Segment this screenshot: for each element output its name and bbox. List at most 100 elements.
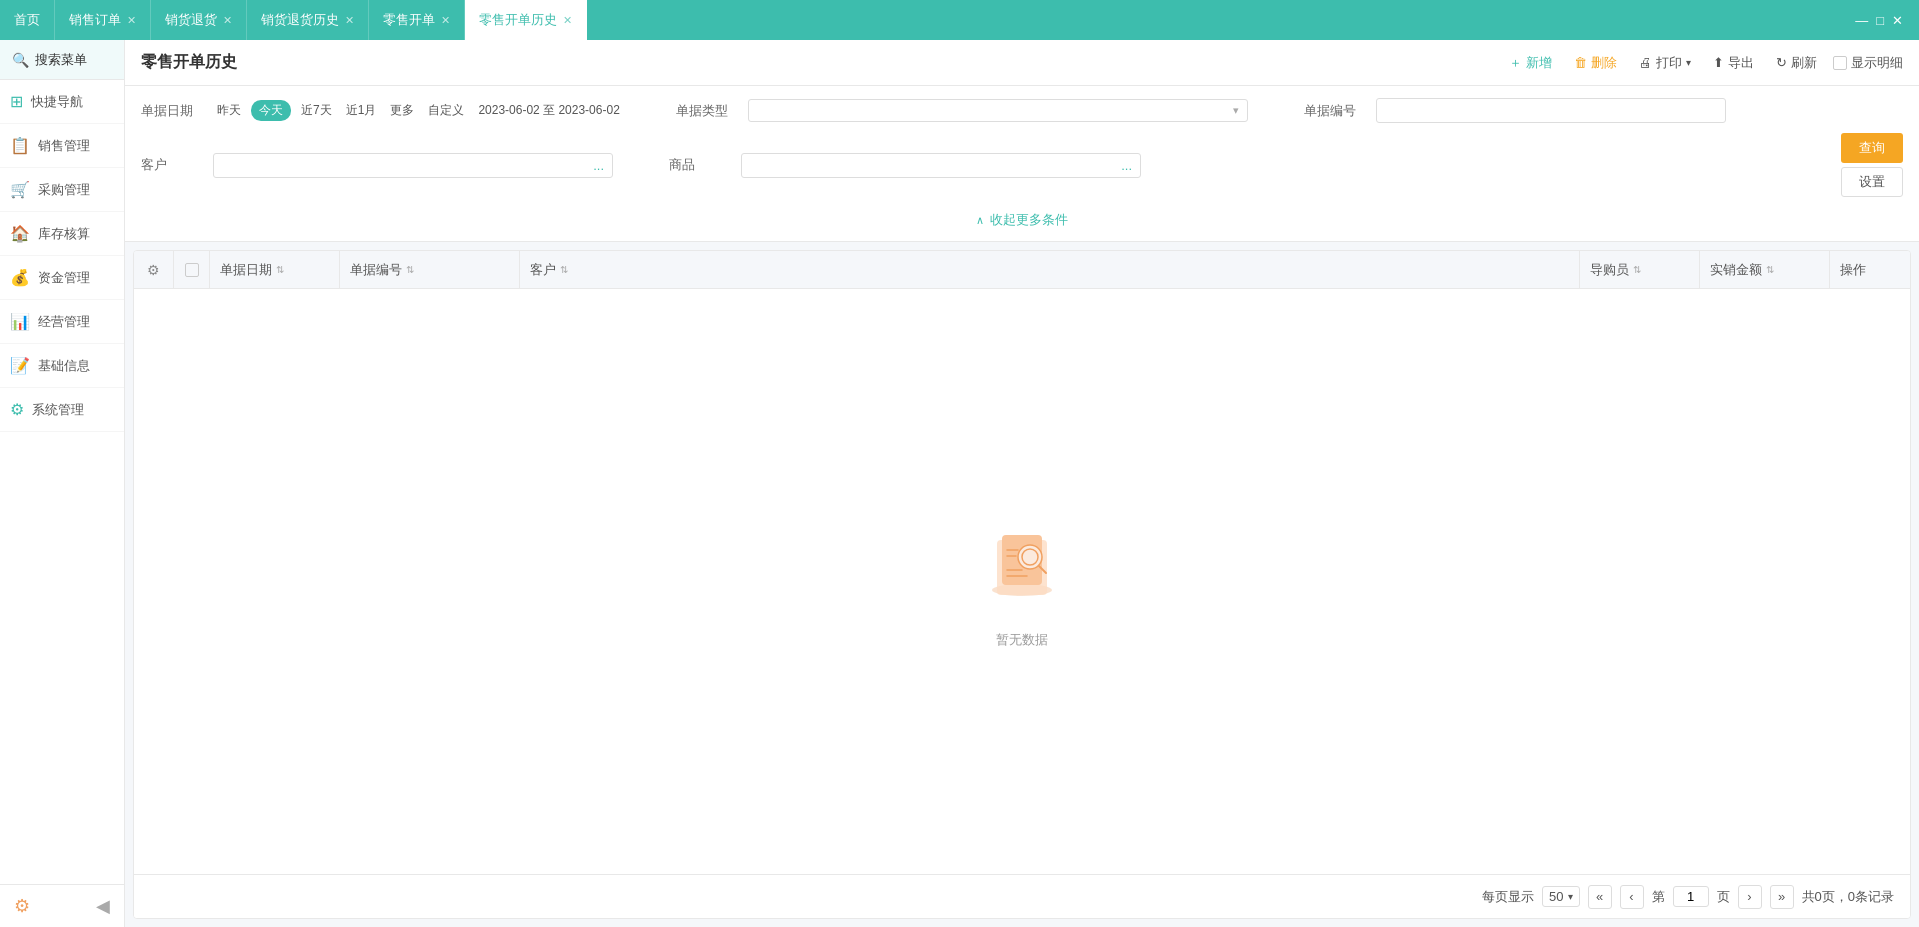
amount-sort-icon: ⇅ <box>1766 264 1774 275</box>
tab-retail-open-history[interactable]: 零售开单历史 ✕ <box>465 0 587 40</box>
add-button[interactable]: ＋ 新增 <box>1503 50 1558 76</box>
refresh-button[interactable]: ↻ 刷新 <box>1770 50 1823 76</box>
order-no-input[interactable] <box>1376 98 1726 123</box>
print-button[interactable]: 🖨 打印 ▾ <box>1633 50 1697 76</box>
top-bar: 首页 销售订单 ✕ 销货退货 ✕ 销货退货历史 ✕ 零售开单 ✕ 零售开单历史 … <box>0 0 1919 40</box>
date-opt-more[interactable]: 更多 <box>386 100 418 121</box>
first-page-button[interactable]: « <box>1588 885 1612 909</box>
order-no-label: 单据编号 <box>1304 102 1360 120</box>
collapse-label: 收起更多条件 <box>990 211 1068 229</box>
th-check[interactable] <box>174 251 210 288</box>
export-button[interactable]: ⬆ 导出 <box>1707 50 1760 76</box>
basic-info-icon: 📝 <box>10 356 30 375</box>
print-arrow-icon: ▾ <box>1686 57 1691 68</box>
th-date[interactable]: 单据日期 ⇅ <box>210 251 340 288</box>
th-order-no[interactable]: 单据编号 ⇅ <box>340 251 520 288</box>
sidebar-bottom: ⚙ ◀ <box>0 884 124 927</box>
sales-mgmt-icon: 📋 <box>10 136 30 155</box>
page-size-arrow-icon: ▾ <box>1568 891 1573 902</box>
sidebar-item-basic-info[interactable]: 📝 基础信息 <box>0 344 124 388</box>
page-number-input[interactable] <box>1673 886 1709 907</box>
tab-retail-open-history-close[interactable]: ✕ <box>563 14 572 27</box>
date-opt-today[interactable]: 今天 <box>251 100 291 121</box>
search-menu-label: 搜索菜单 <box>35 51 87 69</box>
th-gear[interactable]: ⚙ <box>134 251 174 288</box>
sidebar-item-operations[interactable]: 📊 经营管理 <box>0 300 124 344</box>
guide-sort-icon: ⇅ <box>1633 264 1641 275</box>
date-options: 昨天 今天 近7天 近1月 更多 自定义 2023-06-02 至 2023-0… <box>213 100 620 121</box>
delete-button[interactable]: 🗑 删除 <box>1568 50 1623 76</box>
tab-sales-return-close[interactable]: ✕ <box>223 14 232 27</box>
page-label: 第 <box>1652 888 1665 906</box>
export-icon: ⬆ <box>1713 55 1724 70</box>
order-type-select[interactable]: ▾ <box>748 99 1248 122</box>
prev-page-button[interactable]: ‹ <box>1620 885 1644 909</box>
page-actions: ＋ 新增 🗑 删除 🖨 打印 ▾ ⬆ 导出 ↻ 刷新 <box>1503 50 1903 76</box>
filter-row-2: 客户 ... 商品 ... 查询 设置 <box>141 133 1903 197</box>
sidebar-item-finance[interactable]: 💰 资金管理 <box>0 256 124 300</box>
maximize-button[interactable]: □ <box>1876 13 1884 28</box>
goods-select[interactable]: ... <box>741 153 1141 178</box>
inventory-icon: 🏠 <box>10 224 30 243</box>
settings-gear-icon[interactable]: ⚙ <box>14 895 30 917</box>
customer-label: 客户 <box>141 156 197 174</box>
sidebar-item-label-operations: 经营管理 <box>38 313 90 331</box>
minimize-button[interactable]: — <box>1855 13 1868 28</box>
add-icon: ＋ <box>1509 54 1522 72</box>
select-all-checkbox[interactable] <box>185 263 199 277</box>
sidebar-item-label-finance: 资金管理 <box>38 269 90 287</box>
show-detail-checkbox[interactable] <box>1833 56 1847 70</box>
date-opt-7days[interactable]: 近7天 <box>297 100 336 121</box>
finance-icon: 💰 <box>10 268 30 287</box>
th-customer[interactable]: 客户 ⇅ <box>520 251 1580 288</box>
close-button[interactable]: ✕ <box>1892 13 1903 28</box>
filter-row-1: 单据日期 昨天 今天 近7天 近1月 更多 自定义 2023-06-02 至 2… <box>141 98 1903 123</box>
date-opt-yesterday[interactable]: 昨天 <box>213 100 245 121</box>
page-size-select[interactable]: 50 ▾ <box>1542 886 1579 907</box>
table-header: ⚙ 单据日期 ⇅ 单据编号 ⇅ 客户 ⇅ 导购员 <box>134 251 1910 289</box>
tab-sales-order-close[interactable]: ✕ <box>127 14 136 27</box>
date-opt-1month[interactable]: 近1月 <box>342 100 381 121</box>
sidebar-item-inventory[interactable]: 🏠 库存核算 <box>0 212 124 256</box>
page-size-label: 每页显示 <box>1482 888 1534 906</box>
sidebar-item-purchase-mgmt[interactable]: 🛒 采购管理 <box>0 168 124 212</box>
sidebar-collapse-icon[interactable]: ◀ <box>96 895 110 917</box>
collapse-row[interactable]: ∧ 收起更多条件 <box>141 207 1903 233</box>
order-no-sort-icon: ⇅ <box>406 264 414 275</box>
th-date-label: 单据日期 <box>220 261 272 279</box>
sidebar-item-sys-mgmt[interactable]: ⚙ 系统管理 <box>0 388 124 432</box>
tab-bar: 首页 销售订单 ✕ 销货退货 ✕ 销货退货历史 ✕ 零售开单 ✕ 零售开单历史 … <box>0 0 1855 40</box>
next-page-button[interactable]: › <box>1738 885 1762 909</box>
setting-button[interactable]: 设置 <box>1841 167 1903 197</box>
tab-retail-open-close[interactable]: ✕ <box>441 14 450 27</box>
tab-sales-return-history[interactable]: 销货退货历史 ✕ <box>247 0 369 40</box>
tab-sales-return-history-close[interactable]: ✕ <box>345 14 354 27</box>
sidebar-item-quick-nav[interactable]: ⊞ 快捷导航 <box>0 80 124 124</box>
last-page-button[interactable]: » <box>1770 885 1794 909</box>
purchase-mgmt-icon: 🛒 <box>10 180 30 199</box>
refresh-label: 刷新 <box>1791 54 1817 72</box>
show-detail-toggle[interactable]: 显示明细 <box>1833 54 1903 72</box>
empty-text: 暂无数据 <box>996 631 1048 649</box>
query-button[interactable]: 查询 <box>1841 133 1903 163</box>
page-title: 零售开单历史 <box>141 52 237 73</box>
customer-select[interactable]: ... <box>213 153 613 178</box>
tab-sales-order[interactable]: 销售订单 ✕ <box>55 0 151 40</box>
search-menu[interactable]: 🔍 搜索菜单 <box>0 40 124 80</box>
customer-ellipsis: ... <box>593 158 604 173</box>
sidebar-item-label-sales-mgmt: 销售管理 <box>38 137 90 155</box>
tab-sales-return[interactable]: 销货退货 ✕ <box>151 0 247 40</box>
order-type-arrow-icon: ▾ <box>1233 104 1239 117</box>
th-amount[interactable]: 实销金额 ⇅ <box>1700 251 1830 288</box>
th-guide[interactable]: 导购员 ⇅ <box>1580 251 1700 288</box>
customer-sort-icon: ⇅ <box>560 264 568 275</box>
refresh-icon: ↻ <box>1776 55 1787 70</box>
quick-nav-icon: ⊞ <box>10 92 23 111</box>
page-unit: 页 <box>1717 888 1730 906</box>
sidebar-item-sales-mgmt[interactable]: 📋 销售管理 <box>0 124 124 168</box>
date-opt-custom[interactable]: 自定义 <box>424 100 468 121</box>
filter-section: 单据日期 昨天 今天 近7天 近1月 更多 自定义 2023-06-02 至 2… <box>125 86 1919 242</box>
tab-home[interactable]: 首页 <box>0 0 55 40</box>
tab-retail-open[interactable]: 零售开单 ✕ <box>369 0 465 40</box>
table-section: ⚙ 单据日期 ⇅ 单据编号 ⇅ 客户 ⇅ 导购员 <box>133 250 1911 919</box>
